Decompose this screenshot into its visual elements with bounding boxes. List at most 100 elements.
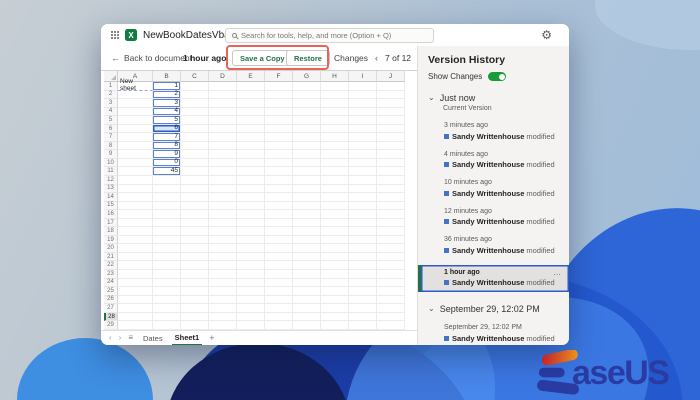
cell-B19[interactable]: [153, 235, 181, 245]
cell-G7[interactable]: [293, 133, 321, 142]
cell-J16[interactable]: [377, 210, 405, 219]
cell-H7[interactable]: [321, 133, 349, 142]
cell-F23[interactable]: [265, 270, 293, 279]
row-header-5[interactable]: 5: [104, 116, 118, 125]
cell-D26[interactable]: [209, 295, 237, 305]
row-header-17[interactable]: 17: [104, 218, 118, 228]
cell-H15[interactable]: [321, 201, 349, 211]
cell-E4[interactable]: [237, 107, 265, 117]
cell-B21[interactable]: [153, 252, 181, 262]
cell-D11[interactable]: [209, 167, 237, 177]
cell-A26[interactable]: [118, 295, 153, 305]
sheet-nav-left-icon[interactable]: ‹: [109, 334, 112, 342]
cell-E11[interactable]: [237, 167, 265, 177]
cell-G13[interactable]: [293, 184, 321, 194]
cell-C17[interactable]: [181, 218, 209, 228]
cell-G27[interactable]: [293, 304, 321, 313]
cell-H20[interactable]: [321, 244, 349, 253]
cell-E23[interactable]: [237, 270, 265, 279]
column-header-J[interactable]: J: [377, 71, 405, 82]
cell-I10[interactable]: [349, 158, 377, 168]
cell-C8[interactable]: [181, 141, 209, 151]
row-header-25[interactable]: 25: [104, 287, 118, 296]
save-a-copy-button[interactable]: Save a Copy: [232, 50, 293, 66]
cell-G28[interactable]: [293, 312, 321, 322]
search-input[interactable]: Search for tools, help, and more (Option…: [225, 27, 434, 43]
cell-B11[interactable]: 45: [153, 167, 181, 177]
row-header-9[interactable]: 9: [104, 150, 118, 159]
cell-C2[interactable]: [181, 90, 209, 100]
cell-H21[interactable]: [321, 252, 349, 262]
cell-I19[interactable]: [349, 235, 377, 245]
cell-E26[interactable]: [237, 295, 265, 305]
cell-G10[interactable]: [293, 158, 321, 168]
cell-F11[interactable]: [265, 167, 293, 177]
cell-H18[interactable]: [321, 227, 349, 236]
cell-B18[interactable]: [153, 227, 181, 236]
cell-A22[interactable]: [118, 261, 153, 271]
cell-B14[interactable]: [153, 193, 181, 202]
cell-D16[interactable]: [209, 210, 237, 219]
row-header-19[interactable]: 19: [104, 235, 118, 245]
cell-B29[interactable]: [153, 321, 181, 330]
version-item[interactable]: September 29, 12:02 PM Sandy Writtenhouse…: [418, 324, 569, 343]
cell-C1[interactable]: [181, 82, 209, 91]
cell-G25[interactable]: [293, 287, 321, 296]
show-changes-toggle[interactable]: [488, 72, 507, 81]
version-item[interactable]: 36 minutes ago Sandy Writtenhouse modified: [418, 236, 569, 255]
previous-change-icon[interactable]: ‹: [375, 53, 378, 63]
cell-D10[interactable]: [209, 158, 237, 168]
cell-F21[interactable]: [265, 252, 293, 262]
column-header-E[interactable]: E: [237, 71, 265, 82]
cell-C12[interactable]: [181, 176, 209, 185]
cell-F13[interactable]: [265, 184, 293, 194]
cell-J21[interactable]: [377, 252, 405, 262]
cell-E17[interactable]: [237, 218, 265, 228]
cell-C14[interactable]: [181, 193, 209, 202]
cell-E18[interactable]: [237, 227, 265, 236]
cell-J13[interactable]: [377, 184, 405, 194]
cell-H23[interactable]: [321, 270, 349, 279]
cell-F24[interactable]: [265, 278, 293, 288]
cell-J15[interactable]: [377, 201, 405, 211]
back-to-document-button[interactable]: ← Back to document: [111, 46, 192, 70]
cell-D9[interactable]: [209, 150, 237, 159]
cell-G11[interactable]: [293, 167, 321, 177]
cell-I5[interactable]: [349, 116, 377, 125]
cell-E8[interactable]: [237, 141, 265, 151]
column-header-G[interactable]: G: [293, 71, 321, 82]
row-header-4[interactable]: 4: [104, 107, 118, 117]
cell-F4[interactable]: [265, 107, 293, 117]
cell-G17[interactable]: [293, 218, 321, 228]
cell-A1[interactable]: New sheet: [118, 79, 153, 91]
cell-C4[interactable]: [181, 107, 209, 117]
add-sheet-icon[interactable]: +: [209, 333, 214, 343]
cell-J26[interactable]: [377, 295, 405, 305]
cell-G20[interactable]: [293, 244, 321, 253]
cell-B4[interactable]: 4: [153, 108, 181, 117]
cell-C21[interactable]: [181, 252, 209, 262]
row-header-7[interactable]: 7: [104, 133, 118, 142]
cell-E13[interactable]: [237, 184, 265, 194]
cell-J6[interactable]: [377, 124, 405, 134]
cell-C20[interactable]: [181, 244, 209, 253]
cell-H16[interactable]: [321, 210, 349, 219]
cell-F2[interactable]: [265, 90, 293, 100]
cell-I20[interactable]: [349, 244, 377, 253]
cell-E9[interactable]: [237, 150, 265, 159]
cell-D14[interactable]: [209, 193, 237, 202]
cell-D8[interactable]: [209, 141, 237, 151]
cell-H2[interactable]: [321, 90, 349, 100]
cell-F28[interactable]: [265, 312, 293, 322]
cell-I23[interactable]: [349, 270, 377, 279]
cell-G12[interactable]: [293, 176, 321, 185]
cell-E14[interactable]: [237, 193, 265, 202]
cell-I27[interactable]: [349, 304, 377, 313]
cell-D18[interactable]: [209, 227, 237, 236]
row-header-13[interactable]: 13: [104, 184, 118, 194]
cell-B27[interactable]: [153, 304, 181, 313]
cell-J20[interactable]: [377, 244, 405, 253]
cell-C7[interactable]: [181, 133, 209, 142]
row-header-23[interactable]: 23: [104, 270, 118, 279]
cell-C27[interactable]: [181, 304, 209, 313]
